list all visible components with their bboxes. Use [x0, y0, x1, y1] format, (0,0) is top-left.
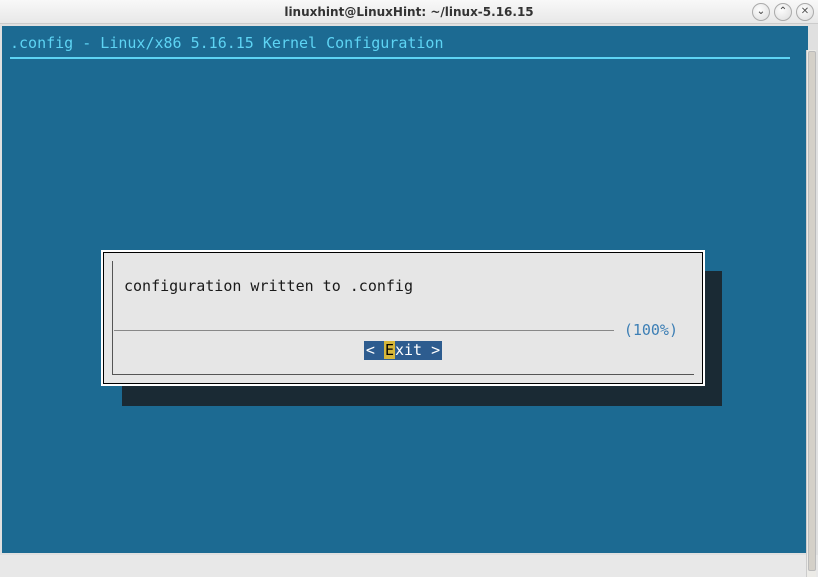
dialog-percent: (100%): [624, 321, 678, 340]
scrollbar[interactable]: [806, 50, 816, 577]
button-hotkey: E: [384, 341, 395, 359]
close-button[interactable]: ✕: [796, 3, 814, 21]
scrollbar-thumb[interactable]: [808, 51, 816, 571]
button-left: <: [366, 341, 384, 359]
button-rest: xit >: [395, 341, 440, 359]
dialog-button-row: < Exit >: [104, 341, 702, 360]
dialog-message: configuration written to .config: [124, 277, 413, 296]
header-underline: [10, 57, 790, 59]
exit-button[interactable]: < Exit >: [364, 341, 442, 360]
minimize-icon: ⌄: [757, 6, 765, 17]
window-title: linuxhint@LinuxHint: ~/linux-5.16.15: [284, 5, 533, 19]
terminal: .config - Linux/x86 5.16.15 Kernel Confi…: [2, 26, 808, 553]
window-controls: ⌄ ⌃ ✕: [752, 3, 814, 21]
maximize-icon: ⌃: [779, 6, 787, 17]
dialog-separator: [114, 330, 614, 331]
terminal-container: .config - Linux/x86 5.16.15 Kernel Confi…: [0, 24, 818, 555]
minimize-button[interactable]: ⌄: [752, 3, 770, 21]
maximize-button[interactable]: ⌃: [774, 3, 792, 21]
config-header: .config - Linux/x86 5.16.15 Kernel Confi…: [10, 34, 800, 53]
dialog-box: configuration written to .config (100%) …: [103, 252, 703, 384]
window-titlebar: linuxhint@LinuxHint: ~/linux-5.16.15 ⌄ ⌃…: [0, 0, 818, 24]
close-icon: ✕: [801, 6, 809, 17]
